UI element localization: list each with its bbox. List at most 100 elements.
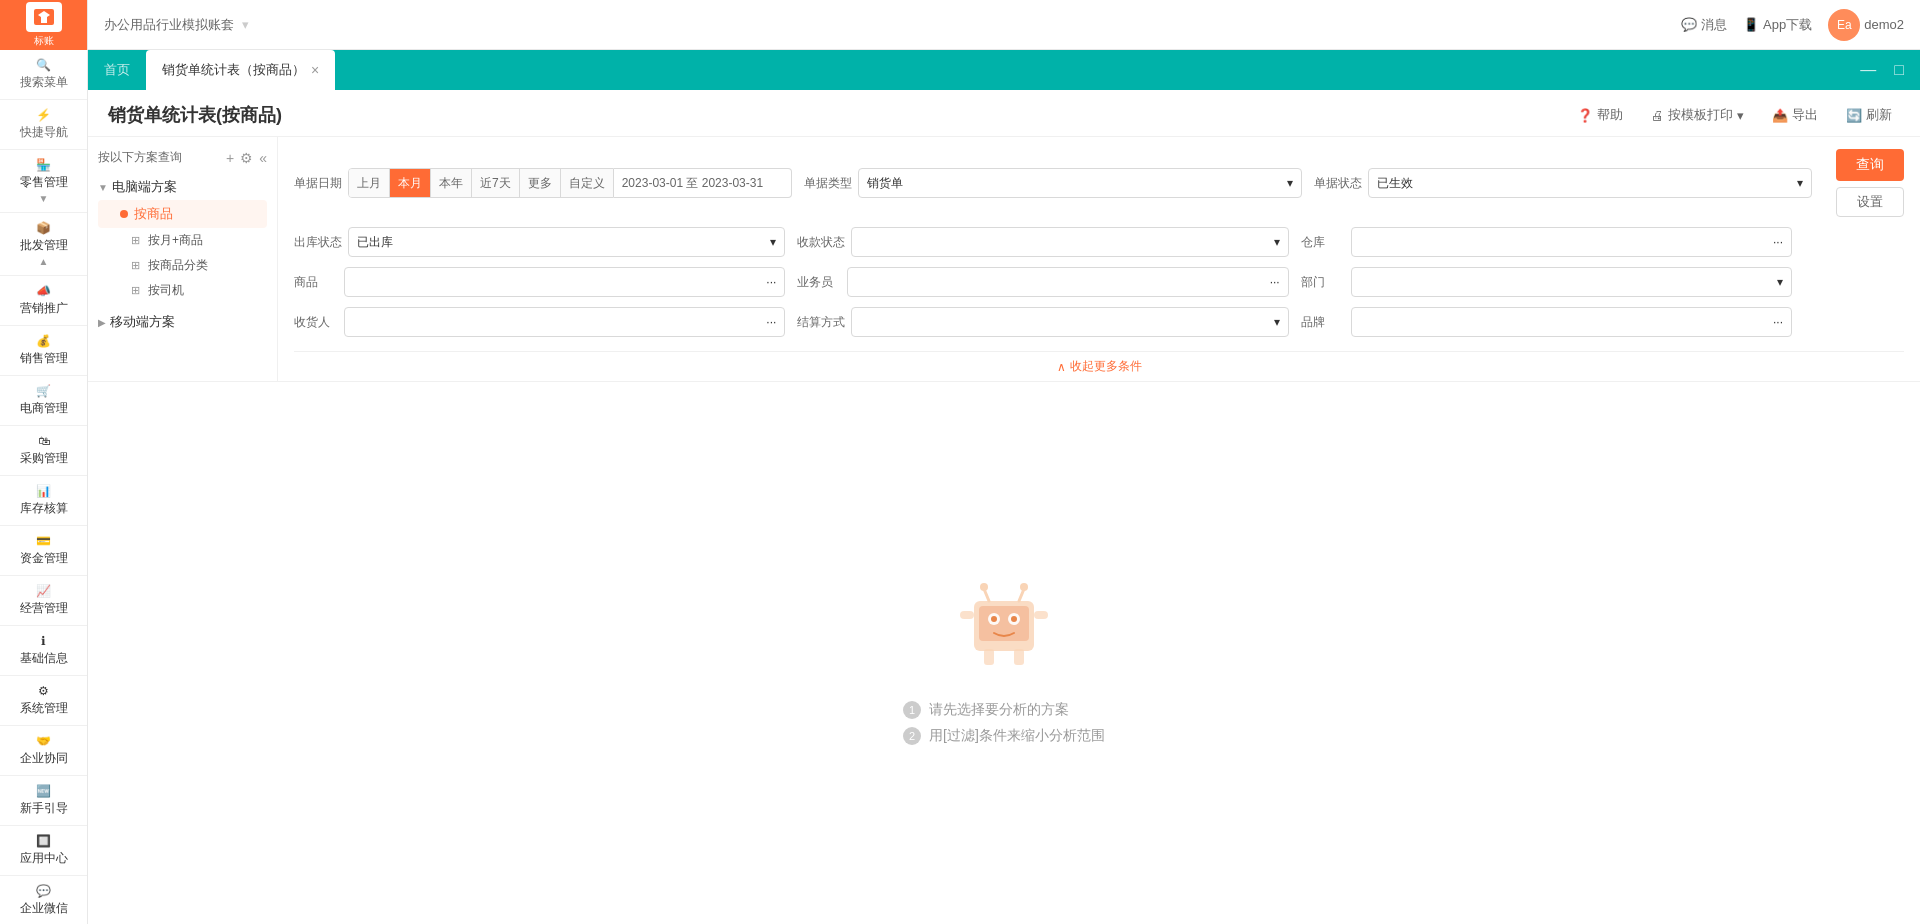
breadcrumb-text: 办公用品行业模拟账套	[104, 16, 234, 34]
breadcrumb-arrow-icon: ▾	[242, 17, 249, 32]
help-button[interactable]: ❓ 帮助	[1569, 102, 1631, 128]
add-scheme-button[interactable]: +	[226, 150, 234, 166]
scheme-item-by-driver[interactable]: ⊞ 按司机	[98, 278, 267, 303]
logo-icon	[26, 2, 62, 32]
sidebar-item-cooperation[interactable]: 🤝 企业协同	[0, 726, 87, 776]
sidebar-item-guide[interactable]: 🆕 新手引导	[0, 776, 87, 826]
left-sidebar: 标账 🔍 搜索菜单 ⚡ 快捷导航 🏪 零售管理 ▼ 📦 批发管理 ▲ 📣 营销推…	[0, 0, 88, 924]
sidebar-item-retail[interactable]: 🏪 零售管理 ▼	[0, 150, 87, 213]
page-title-row: 销货单统计表(按商品) ❓ 帮助 🖨 按模板打印 ▾ 📤 导出 🔄 刷新	[88, 90, 1920, 137]
filter-sidebar: 按以下方案查询 + ⚙ « ▼ 电脑端方案 按商品	[88, 137, 278, 381]
out-status-select[interactable]: 已出库 ▾	[348, 227, 785, 257]
filter-cell-brand: 品牌 ···	[1301, 307, 1804, 337]
date-range-display[interactable]: 2023-03-01 至 2023-03-31	[614, 168, 792, 198]
scheme-group-mobile: ▶ 移动端方案	[98, 309, 267, 335]
filter-cell-doc-status: 单据状态 已生效 ▾	[1314, 168, 1824, 198]
warehouse-select[interactable]: ···	[1351, 227, 1792, 257]
scheme-group-mobile-header[interactable]: ▶ 移动端方案	[98, 309, 267, 335]
doc-type-label: 单据类型	[804, 175, 852, 192]
goods-select[interactable]: ···	[344, 267, 785, 297]
scheme-settings-button[interactable]: ⚙	[240, 150, 253, 166]
sidebar-item-sales[interactable]: 💰 销售管理	[0, 326, 87, 376]
svg-rect-12	[984, 649, 994, 665]
export-button[interactable]: 📤 导出	[1764, 102, 1826, 128]
date-tab-7days[interactable]: 近7天	[472, 169, 520, 197]
payment-arrow-icon: ▾	[1274, 315, 1280, 329]
scheme-item-by-month-goods[interactable]: ⊞ 按月+商品	[98, 228, 267, 253]
tip-num-1: 1	[903, 701, 921, 719]
filter-cell-payment: 结算方式 ▾	[797, 307, 1300, 337]
scheme-group-pc-header[interactable]: ▼ 电脑端方案	[98, 174, 267, 200]
message-icon: 💬	[1681, 17, 1697, 32]
settings-button[interactable]: 设置	[1836, 187, 1904, 217]
driver-icon: ⊞	[128, 284, 142, 298]
filter-cell-pay-status: 收款状态 ▾	[797, 227, 1300, 257]
action-buttons: 查询 设置	[1836, 149, 1904, 217]
doc-status-label: 单据状态	[1314, 175, 1362, 192]
tab-maximize-button[interactable]: □	[1888, 59, 1910, 81]
sidebar-item-finance[interactable]: 💳 资金管理	[0, 526, 87, 576]
date-tab-this-month[interactable]: 本月	[390, 169, 431, 197]
payment-select[interactable]: ▾	[851, 307, 1288, 337]
scheme-item-by-goods[interactable]: 按商品	[98, 200, 267, 228]
pay-status-select[interactable]: ▾	[851, 227, 1288, 257]
filter-cell-warehouse: 仓库 ···	[1301, 227, 1804, 257]
coop-icon: 🤝	[36, 734, 51, 748]
collapse-filters-button[interactable]: ∧ 收起更多条件	[294, 351, 1904, 381]
filter-area: 按以下方案查询 + ⚙ « ▼ 电脑端方案 按商品	[88, 137, 1920, 382]
download-icon: 📱	[1743, 17, 1759, 32]
recipient-select[interactable]: ···	[344, 307, 785, 337]
sidebar-item-basic[interactable]: ℹ 基础信息	[0, 626, 87, 676]
date-tab-this-year[interactable]: 本年	[431, 169, 472, 197]
sidebar-item-purchase[interactable]: 🛍 采购管理	[0, 426, 87, 476]
tab-close-button[interactable]: ×	[311, 63, 319, 77]
tab-report[interactable]: 销货单统计表（按商品） ×	[146, 50, 335, 90]
query-button[interactable]: 查询	[1836, 149, 1904, 181]
doc-status-select[interactable]: 已生效 ▾	[1368, 168, 1812, 198]
tab-home[interactable]: 首页	[88, 50, 146, 90]
sidebar-item-ecommerce[interactable]: 🛒 电商管理	[0, 376, 87, 426]
sidebar-item-operations[interactable]: 📈 经营管理	[0, 576, 87, 626]
brand-select[interactable]: ···	[1351, 307, 1792, 337]
salesperson-select[interactable]: ···	[847, 267, 1288, 297]
print-button[interactable]: 🖨 按模板打印 ▾	[1643, 102, 1752, 128]
basic-icon: ℹ	[41, 634, 46, 648]
filter-cell-salesperson: 业务员 ···	[797, 267, 1300, 297]
purchase-icon: 🛍	[38, 434, 50, 448]
svg-rect-13	[1014, 649, 1024, 665]
apps-icon: 🔲	[36, 834, 51, 848]
sidebar-item-wholesale[interactable]: 📦 批发管理 ▲	[0, 213, 87, 276]
top-header: 办公用品行业模拟账套 ▾ 💬 消息 📱 App下载 Ea demo2	[88, 0, 1920, 50]
date-tab-custom[interactable]: 自定义	[561, 169, 613, 197]
collapse-sidebar-button[interactable]: «	[259, 150, 267, 166]
guide-icon: 🆕	[36, 784, 51, 798]
svg-rect-14	[960, 611, 974, 619]
sidebar-quick-nav[interactable]: ⚡ 快捷导航	[0, 100, 87, 150]
date-tab-more[interactable]: 更多	[520, 169, 561, 197]
messages-button[interactable]: 💬 消息	[1681, 16, 1727, 34]
page-title: 销货单统计表(按商品)	[108, 103, 282, 127]
app-download-button[interactable]: 📱 App下载	[1743, 16, 1812, 34]
user-menu[interactable]: Ea demo2	[1828, 9, 1904, 41]
out-status-arrow-icon: ▾	[770, 235, 776, 249]
sidebar-item-system[interactable]: ⚙ 系统管理	[0, 676, 87, 726]
sidebar-item-wechat[interactable]: 💬 企业微信	[0, 876, 87, 924]
filter-sidebar-title: 按以下方案查询 + ⚙ «	[98, 149, 267, 166]
sidebar-item-inventory[interactable]: 📊 库存核算	[0, 476, 87, 526]
scheme-item-by-category[interactable]: ⊞ 按商品分类	[98, 253, 267, 278]
dept-arrow-icon: ▾	[1777, 275, 1783, 289]
sidebar-search[interactable]: 🔍 搜索菜单	[0, 50, 87, 100]
search-icon: 🔍	[36, 58, 51, 72]
sidebar-item-marketing[interactable]: 📣 营销推广	[0, 276, 87, 326]
tab-minimize-button[interactable]: —	[1854, 59, 1882, 81]
date-tab-last-month[interactable]: 上月	[349, 169, 390, 197]
doc-type-select[interactable]: 销货单 ▾	[858, 168, 1302, 198]
empty-illustration	[944, 561, 1064, 681]
empty-tips: 1 请先选择要分析的方案 2 用[过滤]条件来缩小分析范围	[903, 701, 1105, 745]
recipient-label: 收货人	[294, 314, 338, 331]
sidebar-item-apps[interactable]: 🔲 应用中心	[0, 826, 87, 876]
dept-label: 部门	[1301, 274, 1345, 291]
refresh-button[interactable]: 🔄 刷新	[1838, 102, 1900, 128]
dept-select[interactable]: ▾	[1351, 267, 1792, 297]
empty-tip-2: 2 用[过滤]条件来缩小分析范围	[903, 727, 1105, 745]
